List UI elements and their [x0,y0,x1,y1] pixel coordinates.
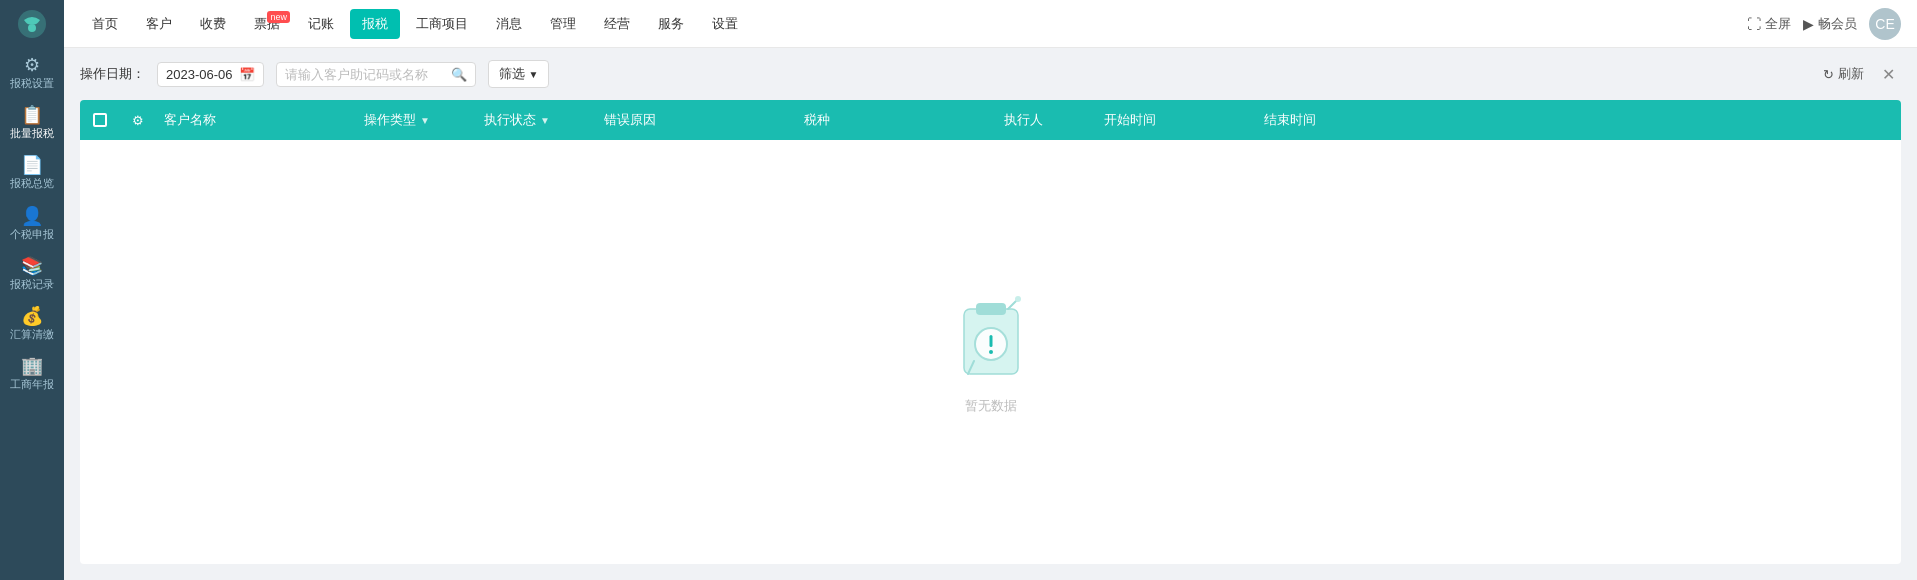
refresh-button[interactable]: ↻ 刷新 [1823,65,1864,83]
nav-billing[interactable]: 收费 [188,9,238,39]
th-settings: ⚙ [120,103,156,138]
nav-clients[interactable]: 客户 [134,9,184,39]
th-tax-type: 税种 [796,101,996,139]
avatar-text: CE [1875,16,1894,32]
fullscreen-icon: ⛶ [1747,16,1761,32]
member-button[interactable]: ▶ 畅会员 [1803,15,1857,33]
sidebar-item-baoshui-zonglian[interactable]: 📄 报税总览 [0,148,64,198]
table-header: ⚙ 客户名称 操作类型 ▼ 执行状态 ▼ 错误原因 税种 [80,100,1901,140]
sort-icon: ▼ [420,115,430,126]
th-checkbox[interactable] [80,103,120,137]
video-icon: ▶ [1803,16,1814,32]
fullscreen-button[interactable]: ⛶ 全屏 [1747,15,1791,33]
nav-messages[interactable]: 消息 [484,9,534,39]
date-input[interactable]: 2023-06-06 📅 [157,62,264,87]
search-icon: 🔍 [451,67,467,82]
date-value: 2023-06-06 [166,67,233,82]
nav-tax[interactable]: 报税 [350,9,400,39]
nav-settings[interactable]: 设置 [700,9,750,39]
th-operation-type: 操作类型 ▼ [356,101,476,139]
svg-rect-5 [989,335,992,347]
select-all-checkbox[interactable] [93,113,107,127]
gear-icon: ⚙ [132,113,144,128]
search-box[interactable]: 🔍 [276,62,476,87]
table-container: ⚙ 客户名称 操作类型 ▼ 执行状态 ▼ 错误原因 税种 [80,100,1901,564]
close-button[interactable]: ✕ [1876,63,1901,86]
th-executor: 执行人 [996,101,1096,139]
nav-invoice[interactable]: 票据 new [242,9,292,39]
sidebar-item-label: 报税总览 [10,177,54,190]
new-badge: new [267,11,290,24]
empty-illustration [946,289,1036,389]
chevron-down-icon: ▼ [529,69,539,80]
record-icon: 📚 [21,257,43,275]
filter-button[interactable]: 筛选 ▼ [488,60,550,88]
svg-point-9 [1015,296,1021,302]
annual-report-icon: 🏢 [21,357,43,375]
sidebar-item-label: 批量报税 [10,127,54,140]
nav-services[interactable]: 服务 [646,9,696,39]
settlement-icon: 💰 [21,307,43,325]
fullscreen-label: 全屏 [1765,15,1791,33]
th-exec-status: 执行状态 ▼ [476,101,596,139]
svg-point-6 [989,350,993,354]
settings-icon: ⚙ [24,56,40,74]
sidebar: ⚙ 报税设置 📋 批量报税 📄 报税总览 👤 个税申报 📚 报税记录 💰 汇算清… [0,0,64,580]
date-label: 操作日期： [80,65,145,83]
filter-label: 筛选 [499,65,525,83]
nav-management[interactable]: 管理 [538,9,588,39]
nav-bookkeeping[interactable]: 记账 [296,9,346,39]
sidebar-item-label: 工商年报 [10,378,54,391]
avatar[interactable]: CE [1869,8,1901,40]
content-area: 操作日期： 2023-06-06 📅 🔍 筛选 ▼ ↻ 刷新 ✕ [64,48,1917,580]
refresh-label: 刷新 [1838,65,1864,83]
topnav: 首页 客户 收费 票据 new 记账 报税 工商项目 消息 管理 经营 服务 设… [64,0,1917,48]
th-client-name: 客户名称 [156,101,356,139]
svg-point-1 [28,24,36,32]
calendar-icon: 📅 [239,67,255,82]
sidebar-item-geshui-shenbao[interactable]: 👤 个税申报 [0,199,64,249]
nav-items: 首页 客户 收费 票据 new 记账 报税 工商项目 消息 管理 经营 服务 设… [80,9,1747,39]
nav-business[interactable]: 工商项目 [404,9,480,39]
sidebar-item-huisuan-jiaona[interactable]: 💰 汇算清缴 [0,299,64,349]
personal-tax-icon: 👤 [21,207,43,225]
main-area: 首页 客户 收费 票据 new 记账 报税 工商项目 消息 管理 经营 服务 设… [64,0,1917,580]
th-end-time: 结束时间 [1256,101,1416,139]
th-error-reason: 错误原因 [596,101,796,139]
refresh-icon: ↻ [1823,67,1834,82]
search-input[interactable] [285,67,445,82]
empty-text: 暂无数据 [965,397,1017,415]
table-body: 暂无数据 [80,140,1901,564]
sidebar-item-piliang-baoshui[interactable]: 📋 批量报税 [0,98,64,148]
topnav-right: ⛶ 全屏 ▶ 畅会员 CE [1747,8,1901,40]
overview-icon: 📄 [21,156,43,174]
sidebar-item-label: 汇算清缴 [10,328,54,341]
sidebar-item-label: 个税申报 [10,228,54,241]
sidebar-item-gongshang-nianbao[interactable]: 🏢 工商年报 [0,349,64,399]
member-label: 畅会员 [1818,15,1857,33]
toolbar: 操作日期： 2023-06-06 📅 🔍 筛选 ▼ ↻ 刷新 ✕ [64,48,1917,100]
logo [0,0,64,48]
batch-tax-icon: 📋 [21,106,43,124]
sidebar-item-baoshui-jilu[interactable]: 📚 报税记录 [0,249,64,299]
sidebar-item-label: 报税记录 [10,278,54,291]
nav-operations[interactable]: 经营 [592,9,642,39]
sidebar-item-label: 报税设置 [10,77,54,90]
svg-rect-3 [976,303,1006,315]
nav-home[interactable]: 首页 [80,9,130,39]
sidebar-item-baoshui-shezhi[interactable]: ⚙ 报税设置 [0,48,64,98]
th-start-time: 开始时间 [1096,101,1256,139]
sort-icon: ▼ [540,115,550,126]
